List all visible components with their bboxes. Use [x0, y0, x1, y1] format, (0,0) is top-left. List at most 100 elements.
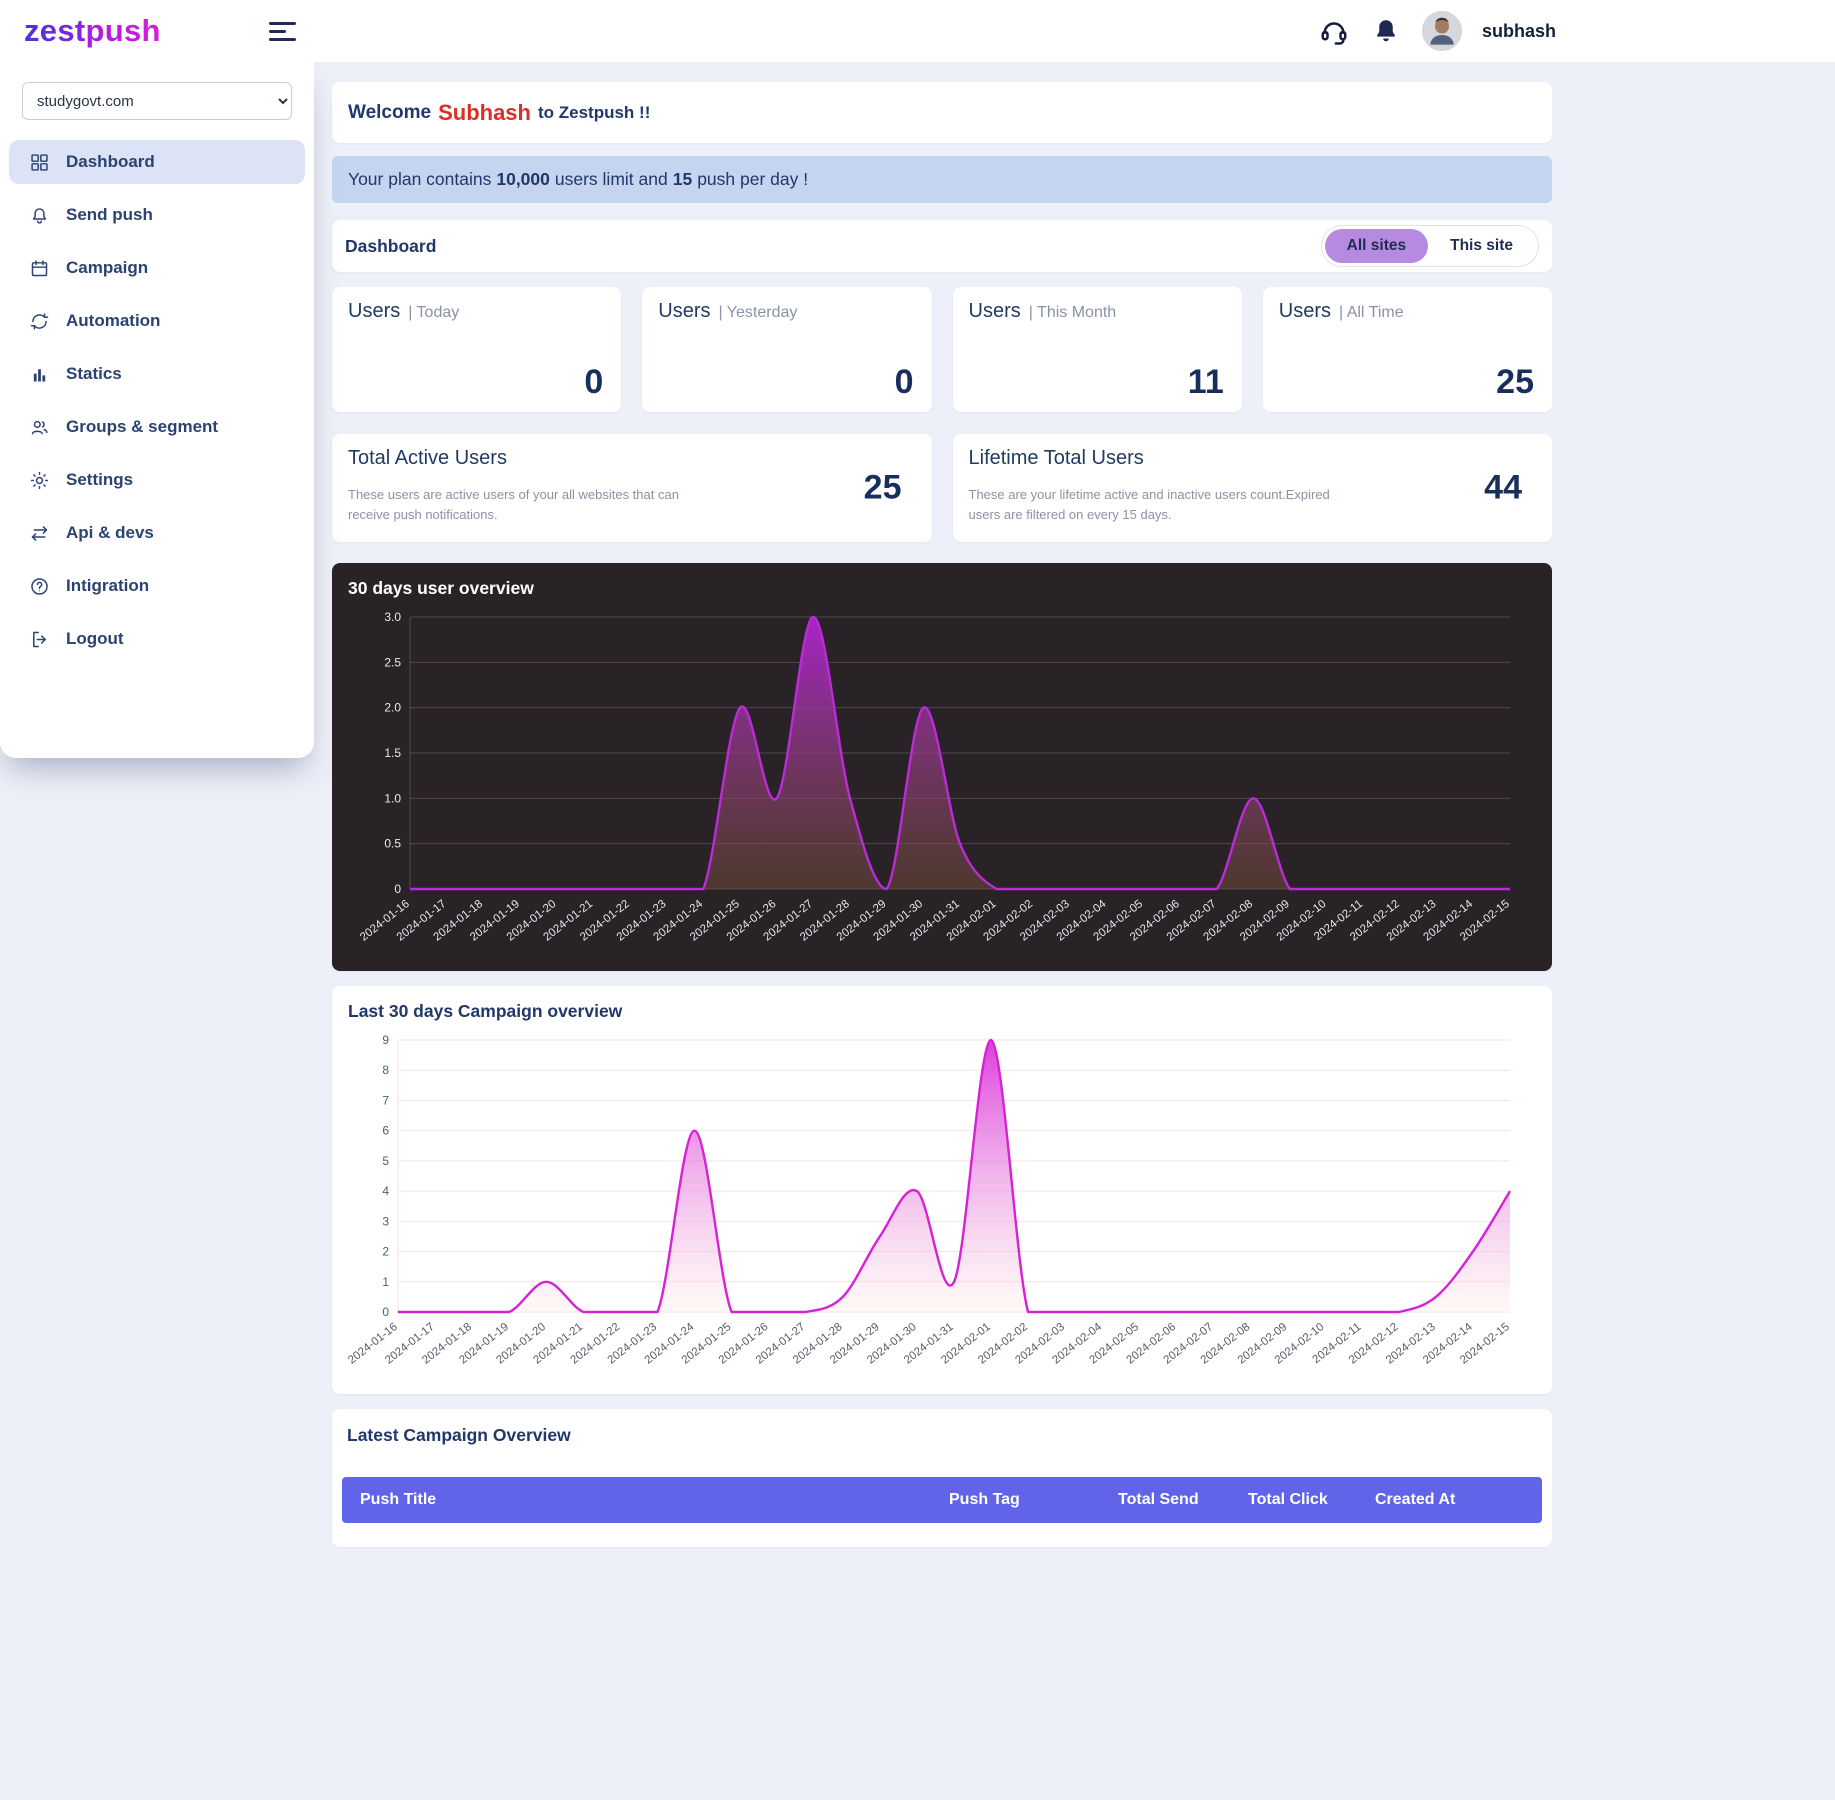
bell-icon [28, 204, 50, 226]
support-headset-icon[interactable] [1318, 15, 1350, 47]
sidebar-item-label: Automation [66, 311, 161, 330]
dashboard-bar: Dashboard All sites This site [332, 220, 1552, 272]
avatar[interactable] [1421, 11, 1462, 51]
calendar-icon [28, 257, 50, 279]
site-selector[interactable]: studygovt.com [22, 82, 292, 120]
svg-text:1: 1 [382, 1275, 389, 1289]
brand-logo[interactable]: zestpush [24, 13, 161, 49]
sidebar-item-label: Campaign [66, 258, 149, 277]
username[interactable]: subhash [1482, 21, 1556, 42]
lifetime-total-users-card: Lifetime Total Users These are your life… [952, 434, 1552, 542]
stat-title: Users [348, 300, 401, 322]
sidebar-item-label: Statics [66, 364, 122, 383]
welcome-suffix: to Zestpush !! [537, 102, 651, 122]
plan-banner: Your plan contains 10,000 users limit an… [332, 156, 1552, 203]
sidebar-item-campaign[interactable]: Campaign [9, 246, 305, 290]
dashboard-grid-icon [28, 151, 50, 173]
sidebar-item-api-devs[interactable]: Api & devs [9, 511, 305, 555]
column-total-send: Total Send [1118, 1491, 1199, 1508]
column-created-at: Created At [1375, 1491, 1456, 1508]
stat-period: | All Time [1338, 304, 1404, 321]
hamburger-menu-icon[interactable] [269, 17, 296, 46]
stat-title: Users [1278, 300, 1331, 322]
column-push-title: Push Title [360, 1491, 437, 1508]
sidebar-item-statics[interactable]: Statics [9, 352, 305, 396]
bar-chart-icon [28, 363, 50, 385]
topbar: zestpush subhash [0, 0, 1835, 62]
stat-period: | This Month [1028, 304, 1117, 321]
this-site-toggle-button[interactable]: This site [1428, 229, 1535, 263]
stat-value: 0 [894, 363, 914, 401]
sidebar-item-intigration[interactable]: Intigration [9, 564, 305, 608]
sync-icon [28, 310, 50, 332]
svg-text:1.0: 1.0 [384, 791, 401, 805]
notifications-bell-icon[interactable] [1370, 15, 1402, 47]
stat-card-users-yesterday: Users | Yesterday 0 [642, 287, 932, 412]
summary-title: Lifetime Total Users [968, 447, 1144, 469]
users-icon [28, 416, 50, 438]
total-active-users-card: Total Active Users These users are activ… [332, 434, 932, 542]
stat-card-users-all-time: Users | All Time 25 [1262, 287, 1552, 412]
plan-push-limit: 15 [672, 169, 693, 189]
sidebar-item-dashboard[interactable]: Dashboard [9, 140, 305, 184]
svg-text:1.5: 1.5 [384, 746, 401, 760]
stat-value: 0 [584, 363, 604, 401]
swap-arrows-icon [28, 522, 50, 544]
sidebar-item-settings[interactable]: Settings [9, 458, 305, 502]
svg-text:0: 0 [382, 1305, 389, 1319]
svg-text:8: 8 [382, 1063, 389, 1077]
svg-text:3: 3 [382, 1214, 389, 1228]
latest-campaign-card: Latest Campaign Overview Push Title Push… [332, 1409, 1552, 1547]
stat-value: 11 [1187, 363, 1224, 401]
sidebar-item-groups-segment[interactable]: Groups & segment [9, 405, 305, 449]
stat-title: Users [658, 300, 711, 322]
gear-icon [28, 469, 50, 491]
welcome-prefix: Welcome [348, 101, 432, 123]
main-content: Welcome Subhash to Zestpush !! Your plan… [314, 62, 1571, 1567]
summary-description: These users are active users of your all… [348, 487, 679, 522]
site-scope-toggle: All sites This site [1320, 225, 1539, 267]
campaign-overview-chart: 0 1 2 3 4 5 6 7 8 9 2024-01-16 2024-01-17 2024-01-18… [346, 1026, 1536, 1384]
svg-text:9: 9 [382, 1033, 389, 1047]
sidebar-item-label: Logout [66, 629, 124, 648]
campaign-table-header: Push Title Push Tag Total Send Total Cli… [342, 1477, 1542, 1523]
brand-logo-zest: zest [24, 13, 86, 48]
dashboard-title: Dashboard [345, 235, 437, 256]
svg-text:2.0: 2.0 [384, 701, 401, 715]
stats-row: Users | Today 0 Users | Yesterday 0 User… [332, 287, 1552, 412]
stat-period: | Yesterday [718, 304, 798, 321]
latest-campaign-title: Latest Campaign Overview [347, 1425, 571, 1445]
users-overview-chart-card: 30 days user overview 0 0.5 1.0 1.5 2.0 2.5 3.… [332, 563, 1552, 971]
stat-period: | Today [408, 304, 460, 321]
svg-text:0: 0 [394, 882, 401, 896]
sidebar-item-logout[interactable]: Logout [9, 617, 305, 661]
column-push-tag: Push Tag [949, 1491, 1020, 1508]
summary-title: Total Active Users [348, 447, 507, 469]
plan-banner-text: Your plan contains [348, 169, 492, 189]
sidebar-item-label: Intigration [66, 576, 150, 595]
all-sites-toggle-button[interactable]: All sites [1324, 229, 1429, 263]
chart-title: 30 days user overview [348, 578, 534, 598]
welcome-username: Subhash [438, 99, 531, 125]
campaign-overview-chart-card: Last 30 days Campaign overview 0 1 2 3 4 5 6 7 8… [332, 986, 1552, 1394]
stat-card-users-this-month: Users | This Month 11 [952, 287, 1242, 412]
users-overview-chart: 0 0.5 1.0 1.5 2.0 2.5 3.0 2024-01-16 2024-01-17 2… [348, 603, 1536, 961]
sidebar-item-label: Api & devs [66, 523, 154, 542]
summary-value: 25 [863, 468, 902, 507]
help-circle-icon [28, 575, 50, 597]
svg-text:4: 4 [382, 1184, 389, 1198]
sidebar-item-label: Send push [66, 205, 153, 224]
svg-text:7: 7 [382, 1093, 389, 1107]
chart-title: Last 30 days Campaign overview [348, 1001, 623, 1021]
svg-text:2: 2 [382, 1245, 389, 1259]
sidebar: studygovt.com Dashboard Send push Campai… [0, 62, 314, 758]
topbar-left: zestpush [0, 13, 314, 49]
sidebar-item-label: Settings [66, 470, 134, 489]
sidebar-item-automation[interactable]: Automation [9, 299, 305, 343]
svg-text:3.0: 3.0 [384, 610, 401, 624]
summary-row: Total Active Users These users are activ… [332, 434, 1552, 542]
stat-value: 25 [1496, 363, 1534, 401]
svg-text:5: 5 [382, 1154, 389, 1168]
sidebar-item-label: Dashboard [66, 152, 155, 171]
sidebar-item-send-push[interactable]: Send push [9, 193, 305, 237]
